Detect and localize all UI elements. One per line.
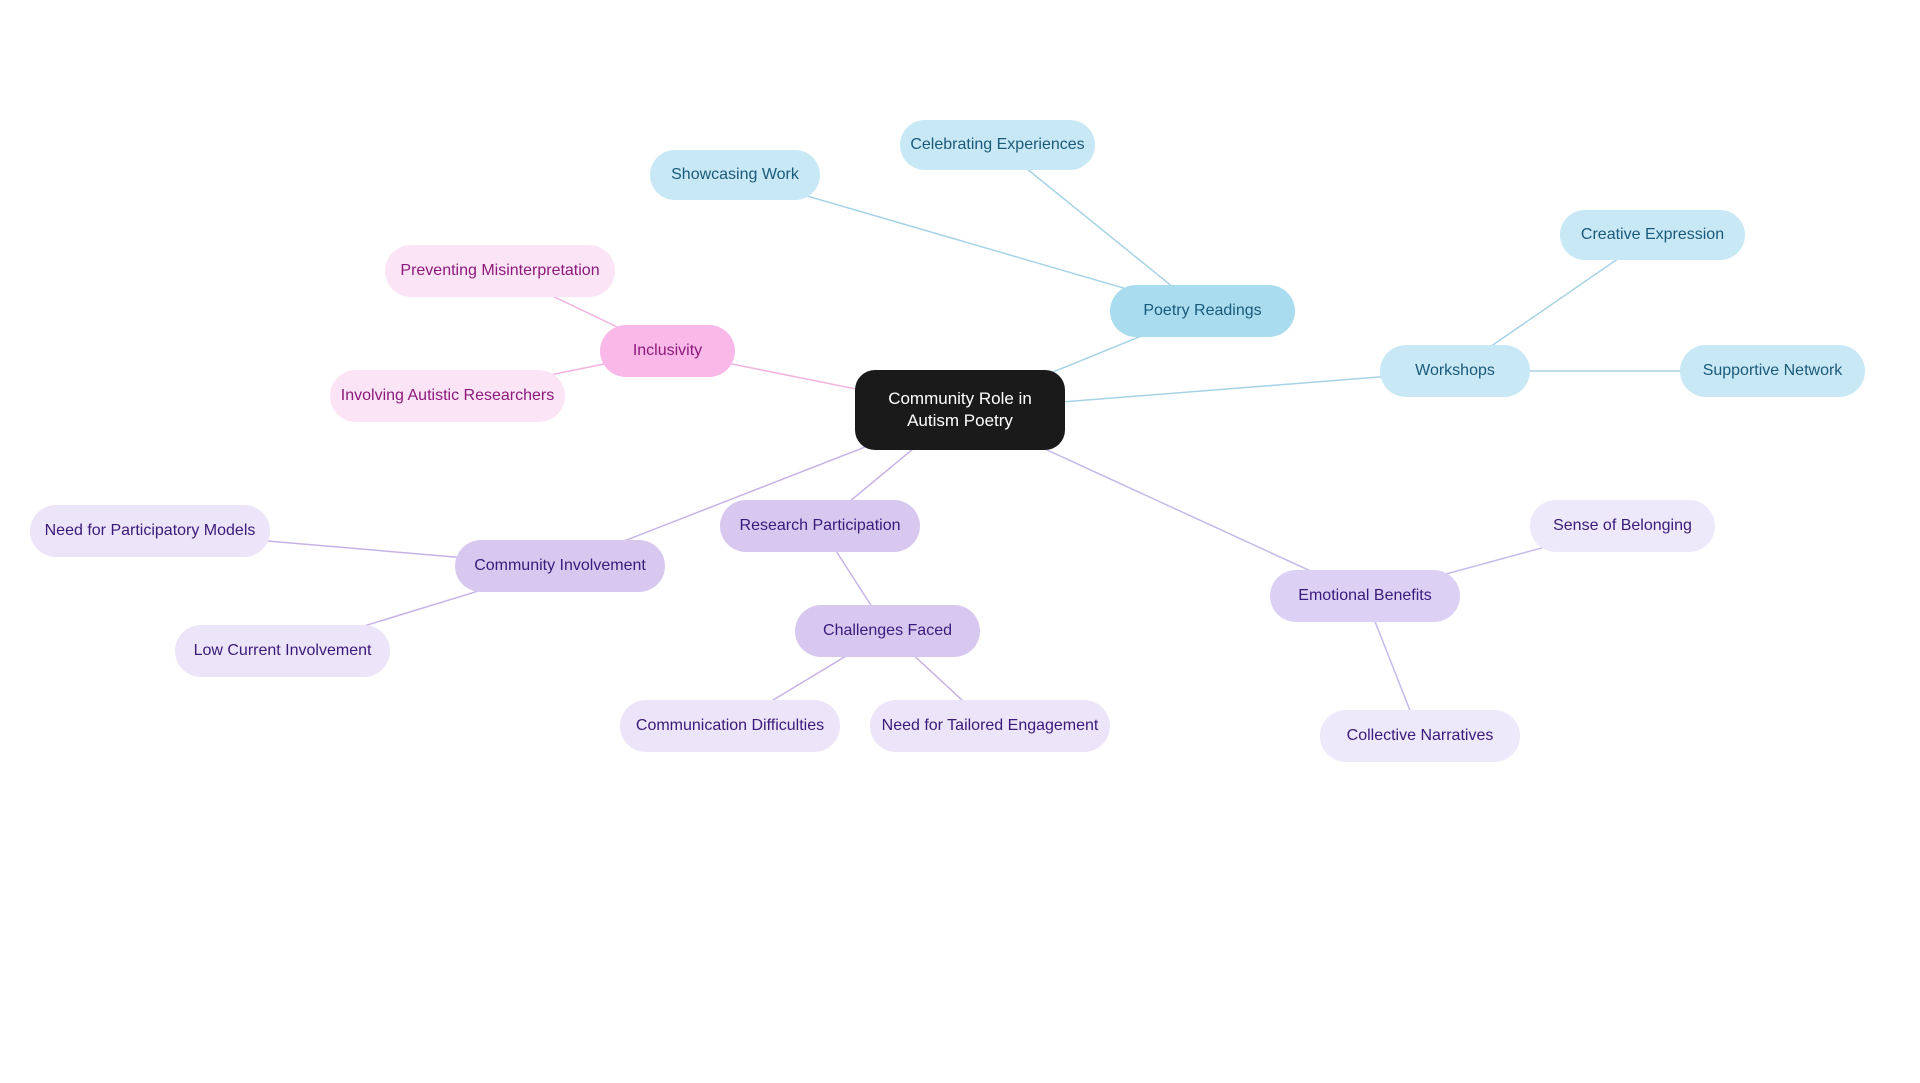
node-low-current-involvement[interactable]: Low Current Involvement (175, 625, 390, 677)
node-workshops[interactable]: Workshops (1380, 345, 1530, 397)
node-sense-of-belonging[interactable]: Sense of Belonging (1530, 500, 1715, 552)
node-community-involvement[interactable]: Community Involvement (455, 540, 665, 592)
node-collective-narratives[interactable]: Collective Narratives (1320, 710, 1520, 762)
node-involving-autistic-researchers[interactable]: Involving Autistic Researchers (330, 370, 565, 422)
node-communication-difficulties[interactable]: Communication Difficulties (620, 700, 840, 752)
node-creative-expression[interactable]: Creative Expression (1560, 210, 1745, 260)
node-preventing-misinterpretation[interactable]: Preventing Misinterpretation (385, 245, 615, 297)
node-poetry-readings[interactable]: Poetry Readings (1110, 285, 1295, 337)
node-emotional-benefits[interactable]: Emotional Benefits (1270, 570, 1460, 622)
node-inclusivity[interactable]: Inclusivity (600, 325, 735, 377)
node-challenges-faced[interactable]: Challenges Faced (795, 605, 980, 657)
mind-map: Community Role in Autism Poetry Poetry Re… (0, 0, 1920, 1083)
node-showcasing-work[interactable]: Showcasing Work (650, 150, 820, 200)
node-supportive-network[interactable]: Supportive Network (1680, 345, 1865, 397)
node-need-for-tailored-engagement[interactable]: Need for Tailored Engagement (870, 700, 1110, 752)
center-node[interactable]: Community Role in Autism Poetry (855, 370, 1065, 450)
node-need-for-participatory-models[interactable]: Need for Participatory Models (30, 505, 270, 557)
node-celebrating-experiences[interactable]: Celebrating Experiences (900, 120, 1095, 170)
node-research-participation[interactable]: Research Participation (720, 500, 920, 552)
